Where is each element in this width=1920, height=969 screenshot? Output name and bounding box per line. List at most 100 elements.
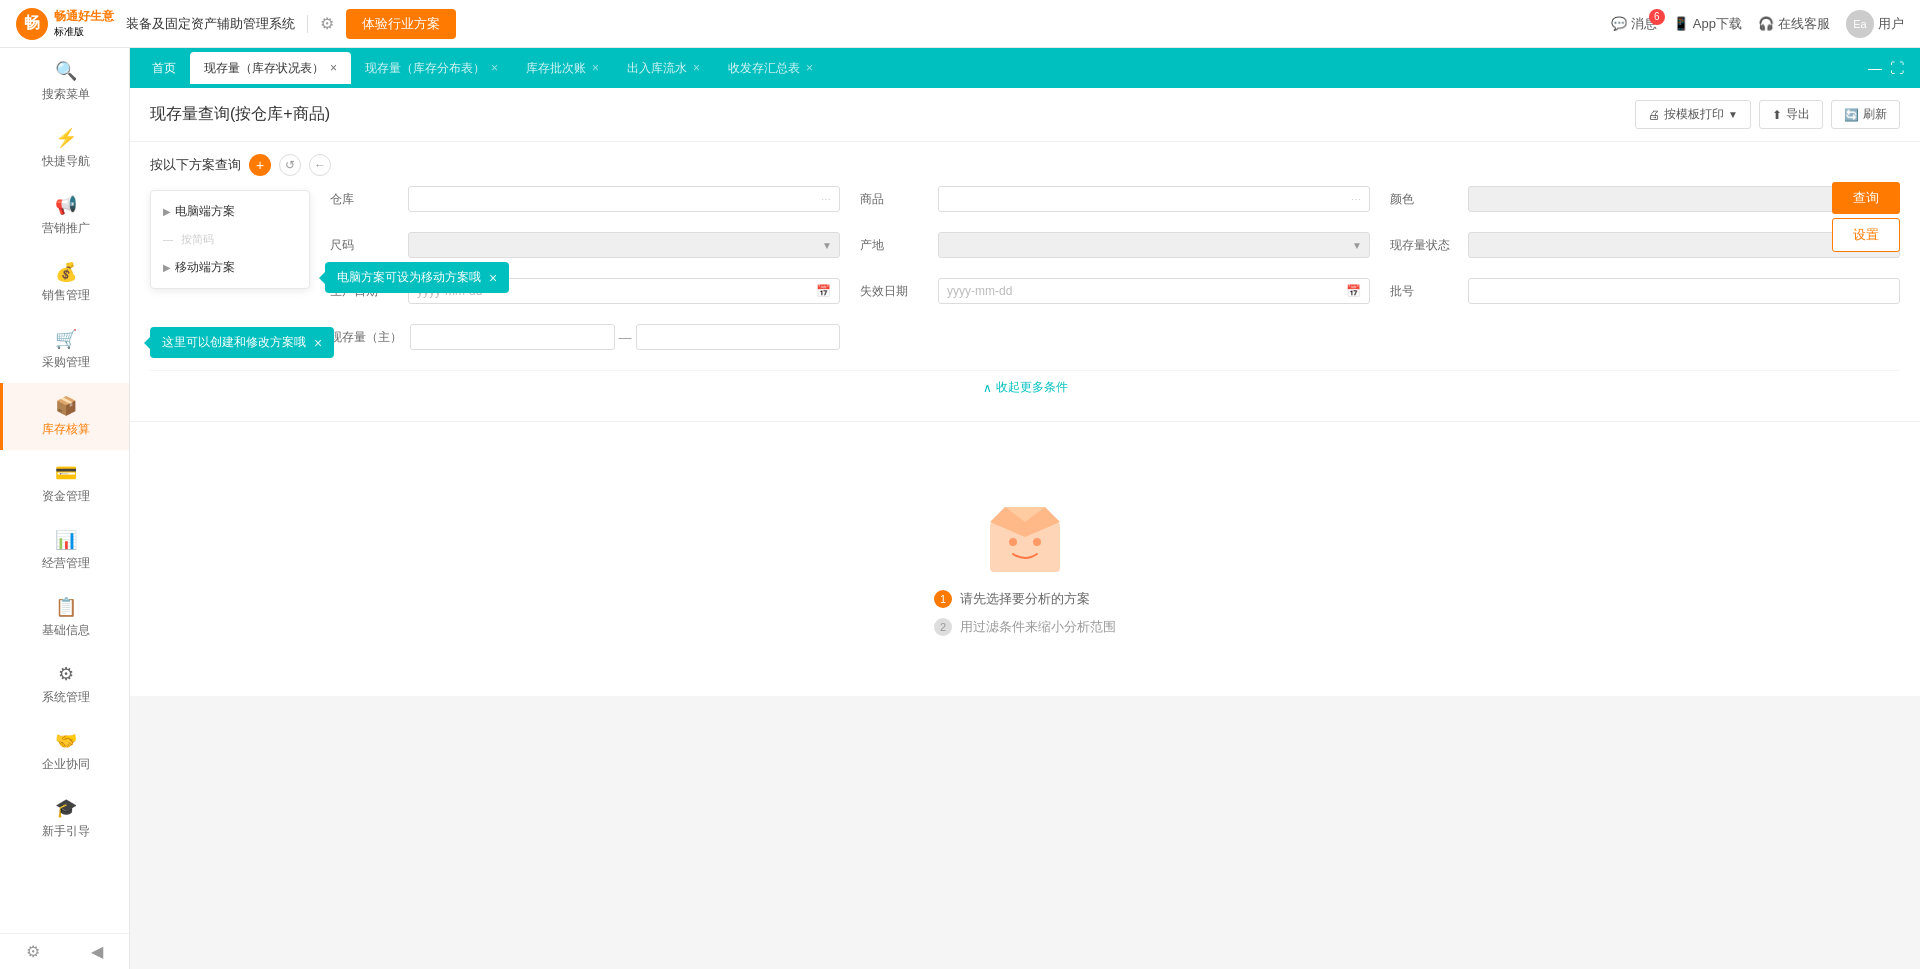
size-select[interactable] [408, 232, 840, 258]
tab-close-stock-dist[interactable]: × [491, 61, 498, 75]
sidebar-item-purchase[interactable]: 🛒 采购管理 [0, 316, 129, 383]
phone-icon: 📱 [1673, 16, 1689, 31]
logo-icon: 畅 [16, 8, 48, 40]
tab-flow[interactable]: 出入库流水 × [613, 52, 714, 84]
sidebar-item-finance[interactable]: 💳 资金管理 [0, 450, 129, 517]
system-title: 装备及固定资产辅助管理系统 [126, 15, 308, 33]
tab-bar: 首页 现存量（库存状况表） × 现存量（库存分布表） × 库存批次账 × 出入库… [130, 48, 1920, 88]
product-input[interactable] [947, 192, 1351, 206]
lightning-icon: ⚡ [55, 127, 77, 149]
sidebar-item-inventory[interactable]: 📦 库存核算 [0, 383, 129, 450]
tab-stock-status[interactable]: 现存量（库存状况表） × [190, 52, 351, 84]
message-badge: 6 [1649, 9, 1665, 25]
megaphone-icon: 📢 [55, 194, 77, 216]
scheme-panel: ▶ 电脑端方案 — 按简码 ▶ 移动端方案 [150, 190, 310, 289]
size-select-wrap: ▼ [408, 232, 840, 258]
sidebar-item-basic[interactable]: 📋 基础信息 [0, 584, 129, 651]
empty-illustration [965, 482, 1085, 582]
filter-row-1: 仓库 ⋯ 商品 ⋯ [330, 186, 1900, 222]
export-btn[interactable]: ⬆ 导出 [1759, 100, 1823, 129]
app-download-btn[interactable]: 📱 App下载 [1673, 15, 1742, 33]
tooltip2-close[interactable]: × [314, 335, 322, 351]
cart-icon: 🛒 [55, 328, 77, 350]
printer-icon: 🖨 [1648, 108, 1660, 122]
chevron-down-icon: ▼ [1728, 109, 1738, 120]
tab-close-batch[interactable]: × [592, 61, 599, 75]
filter-row-2: 尺码 ▼ 产地 ▼ [330, 232, 1900, 268]
tab-actions: — ⛶ [1860, 60, 1912, 76]
sidebar-item-marketing[interactable]: 📢 营销推广 [0, 182, 129, 249]
query-buttons: 查询 设置 [1832, 182, 1900, 252]
stock-max-input[interactable] [636, 324, 841, 350]
settings-icon[interactable]: ⚙ [320, 14, 334, 33]
tab-stock-dist[interactable]: 现存量（库存分布表） × [351, 52, 512, 84]
page-header: 现存量查询(按仓库+商品) 🖨 按模板打印 ▼ ⬆ 导出 🔄 [130, 88, 1920, 142]
message-btn[interactable]: 💬 消息 6 [1611, 15, 1657, 33]
filter-batch: 批号 [1390, 278, 1900, 304]
refresh-btn[interactable]: 🔄 刷新 [1831, 100, 1900, 129]
money-icon: 💰 [55, 261, 77, 283]
empty-steps: 1 请先选择要分析的方案 2 用过滤条件来缩小分析范围 [934, 590, 1116, 636]
settings-btn[interactable]: 设置 [1832, 218, 1900, 252]
product-input-wrap[interactable]: ⋯ [938, 186, 1370, 212]
scheme-item-pc[interactable]: ▶ 电脑端方案 [151, 197, 309, 226]
tab-minimize-icon[interactable]: — [1868, 60, 1882, 76]
industry-btn[interactable]: 体验行业方案 [346, 9, 456, 39]
tab-close-stock-status[interactable]: × [330, 61, 337, 75]
header-right: 💬 消息 6 📱 App下载 🎧 在线客服 Ea 用户 [1611, 10, 1904, 38]
filter-origin: 产地 ▼ [860, 232, 1370, 258]
exp-date-input[interactable]: yyyy-mm-dd 📅 [938, 278, 1370, 304]
collapse-btn[interactable]: ∧ 收起更多条件 [150, 370, 1900, 404]
origin-select[interactable] [938, 232, 1370, 258]
sidebar-item-enterprise[interactable]: 🤝 企业协同 [0, 718, 129, 785]
filter-warehouse: 仓库 ⋯ [330, 186, 840, 212]
tab-batch[interactable]: 库存批次账 × [512, 52, 613, 84]
top-header: 畅 畅通好生意 标准版 装备及固定资产辅助管理系统 ⚙ 体验行业方案 💬 消息 … [0, 0, 1920, 48]
filter-refresh-icon-btn[interactable]: ↺ [279, 154, 301, 176]
tab-home[interactable]: 首页 [138, 52, 190, 84]
sidebar-item-quick-nav[interactable]: ⚡ 快捷导航 [0, 115, 129, 182]
card-icon: 💳 [55, 462, 77, 484]
page-inner: 现存量查询(按仓库+商品) 🖨 按模板打印 ▼ ⬆ 导出 🔄 [130, 88, 1920, 696]
chevron-up-icon: ∧ [983, 381, 992, 395]
warehouse-input[interactable] [417, 192, 821, 206]
sidebar-item-system[interactable]: ⚙ 系统管理 [0, 651, 129, 718]
message-icon: 💬 [1611, 16, 1627, 31]
filter-left-icon-btn[interactable]: ← [309, 154, 331, 176]
filter-fields: 仓库 ⋯ 商品 ⋯ [330, 186, 1900, 360]
sidebar-item-operations[interactable]: 📊 经营管理 [0, 517, 129, 584]
tab-maximize-icon[interactable]: ⛶ [1890, 60, 1904, 76]
tab-close-summary[interactable]: × [806, 61, 813, 75]
tooltip1-close[interactable]: × [489, 270, 497, 286]
stock-min-input[interactable] [410, 324, 615, 350]
tab-summary[interactable]: 收发存汇总表 × [714, 52, 827, 84]
filter-add-btn[interactable]: + [249, 154, 271, 176]
gear-icon: ⚙ [58, 663, 74, 685]
sidebar-settings-icon[interactable]: ⚙ [26, 942, 40, 961]
filter-section: 按以下方案查询 + ↺ ← ▶ 电脑端方案 — [130, 142, 1920, 422]
step2-num: 2 [934, 618, 952, 636]
filter-stock-main: 现存量（主） — [330, 324, 840, 350]
print-btn[interactable]: 🖨 按模板打印 ▼ [1635, 100, 1751, 129]
headset-icon: 🎧 [1758, 16, 1774, 31]
box-icon: 📦 [55, 395, 77, 417]
svg-point-1 [1009, 538, 1017, 546]
sidebar-item-search[interactable]: 🔍 搜索菜单 [0, 48, 129, 115]
sidebar-item-sales[interactable]: 💰 销售管理 [0, 249, 129, 316]
avatar: Ea [1846, 10, 1874, 38]
tab-close-flow[interactable]: × [693, 61, 700, 75]
empty-step-2: 2 用过滤条件来缩小分析范围 [934, 618, 1116, 636]
sidebar-collapse-icon[interactable]: ◀ [91, 942, 103, 961]
stock-range: — [410, 324, 840, 350]
step1-num: 1 [934, 590, 952, 608]
warehouse-input-wrap[interactable]: ⋯ [408, 186, 840, 212]
clipboard-icon: 📋 [55, 596, 77, 618]
online-support-btn[interactable]: 🎧 在线客服 [1758, 15, 1830, 33]
sidebar-item-guide[interactable]: 🎓 新手引导 [0, 785, 129, 852]
logo-text: 畅通好生意 标准版 [54, 8, 114, 39]
export-icon: ⬆ [1772, 108, 1782, 122]
scheme-item-mobile[interactable]: ▶ 移动端方案 [151, 253, 309, 282]
query-btn[interactable]: 查询 [1832, 182, 1900, 214]
batch-input[interactable] [1468, 278, 1900, 304]
user-area[interactable]: Ea 用户 [1846, 10, 1904, 38]
